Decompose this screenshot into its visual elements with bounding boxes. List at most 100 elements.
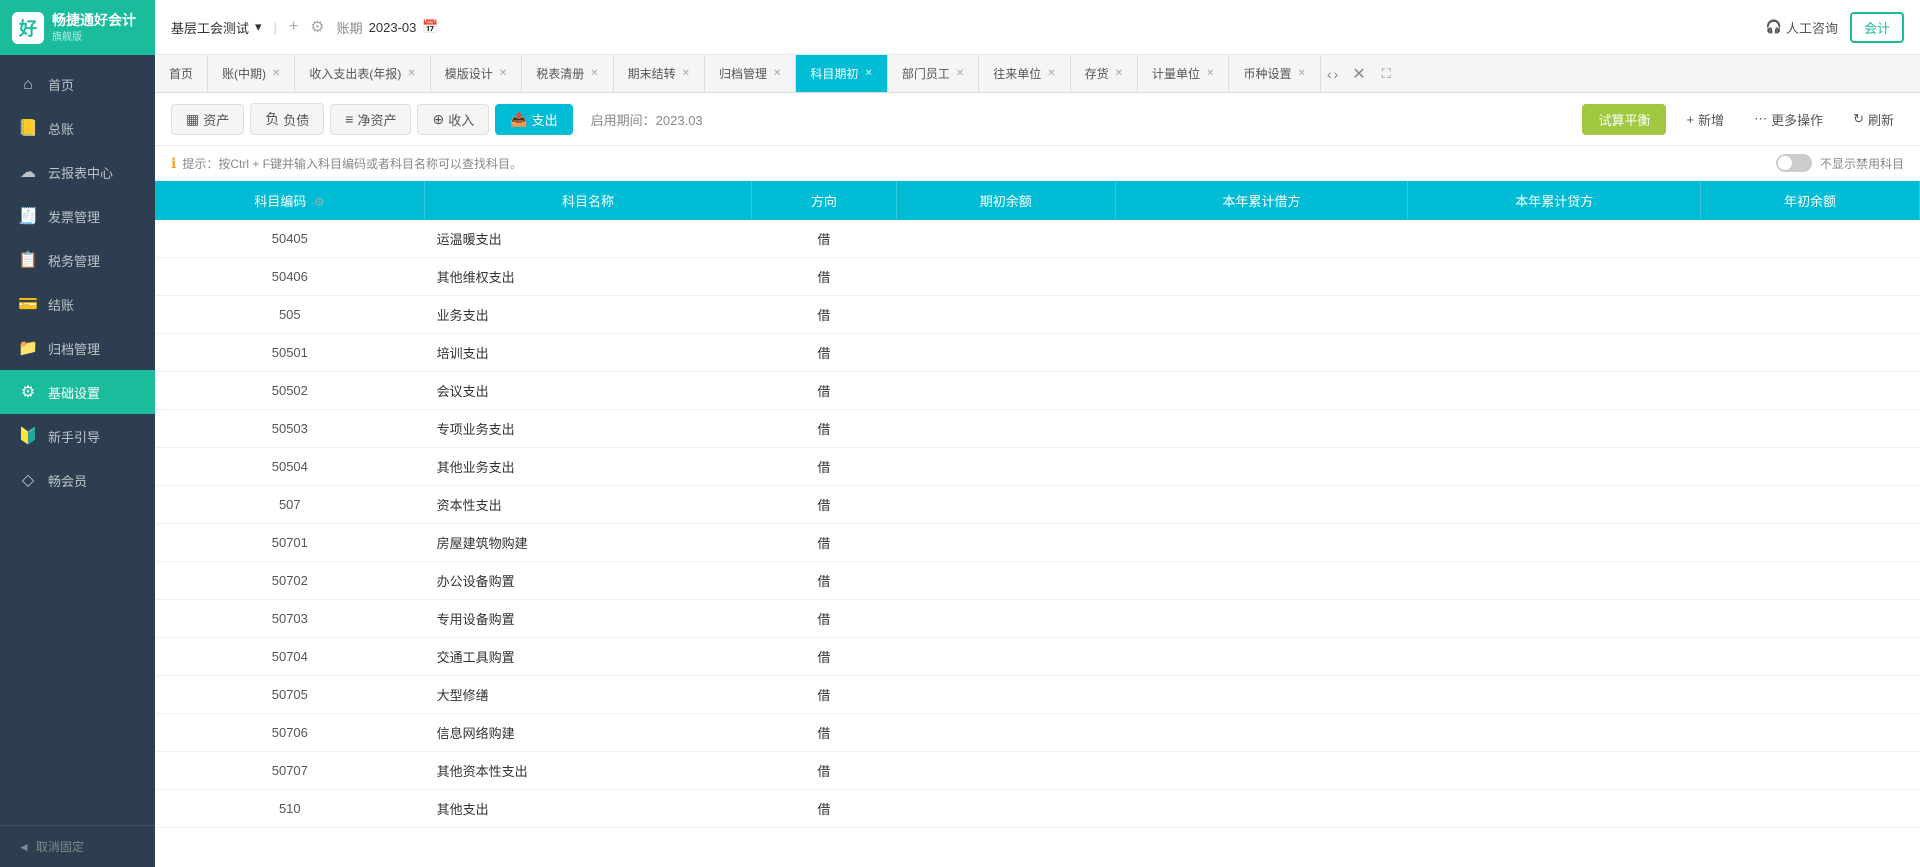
hide-disabled-toggle[interactable] [1776,154,1812,172]
table-row[interactable]: 50502 会议支出 借 [155,372,1920,410]
sidebar-item-member[interactable]: ◇畅会员 [0,458,155,502]
sidebar-item-home[interactable]: ⌂首页 [0,63,155,106]
tab-label-tax-clear: 税表清册 [536,65,584,82]
tab-subject-init[interactable]: 科目期初✕ [796,55,887,92]
add-label: 新增 [1698,110,1724,129]
tab-period-end[interactable]: 期末结转✕ [614,55,705,92]
tab-interim[interactable]: 账(中期)✕ [208,55,295,92]
tab-close-template[interactable]: ✕ [499,68,507,79]
col-code: 科目编码 ⚙ [155,181,425,220]
cell-opening-4 [896,372,1115,410]
sidebar-item-settings[interactable]: ⚙基础设置 [0,370,155,414]
cell-opening-11 [896,638,1115,676]
tab-income-report[interactable]: 收入支出表(年报)✕ [295,55,430,92]
add-subject-button[interactable]: + 新增 [1676,105,1734,134]
close-all-tabs-button[interactable]: ✕ [1344,64,1373,84]
tab-close-inventory[interactable]: ✕ [1115,68,1123,79]
tab-archive[interactable]: 归档管理✕ [705,55,796,92]
sidebar-item-archive[interactable]: 📁归档管理 [0,326,155,370]
tab-close-period-end[interactable]: ✕ [682,68,690,79]
tab-units[interactable]: 往来单位✕ [979,55,1070,92]
table-row[interactable]: 50501 培训支出 借 [155,334,1920,372]
tab-next-icon[interactable]: › [1334,66,1339,82]
project-selector[interactable]: 基层工会测试 ▾ [171,18,262,37]
calendar-icon[interactable]: 📅 [422,19,438,35]
sidebar-footer-collapse[interactable]: ◄ 取消固定 [0,825,155,867]
tab-close-tax-clear[interactable]: ✕ [590,68,598,79]
table-row[interactable]: 510 其他支出 借 [155,790,1920,828]
table-header-row: 科目编码 ⚙ 科目名称 方向 期初余额 本年累计借方 本年累计贷方 年初余额 [155,181,1920,220]
tab-close-subject-init[interactable]: ✕ [864,68,872,79]
project-settings-icon[interactable]: ⚙ [310,17,324,37]
cell-ytd-debit-6 [1115,448,1408,486]
sidebar-item-tax[interactable]: 📋税务管理 [0,238,155,282]
table-row[interactable]: 50702 办公设备购置 借 [155,562,1920,600]
filter-tab-expense[interactable]: 📤支出 [495,104,572,135]
service-button[interactable]: 🎧 人工咨询 [1766,18,1838,37]
cell-ytd-credit-9 [1408,562,1701,600]
cell-year-opening-2 [1701,296,1920,334]
sidebar-item-ledger[interactable]: 📒总账 [0,106,155,150]
col-opening: 期初余额 [896,181,1115,220]
tab-prev-icon[interactable]: ‹ [1327,66,1332,82]
filter-tab-income[interactable]: ⊕收入 [417,104,489,135]
table-row[interactable]: 50707 其他资本性支出 借 [155,752,1920,790]
hint-text: ℹ 提示：按Ctrl + F键并输入科目编码或者科目名称可以查找科目。 [171,155,522,172]
cell-year-opening-13 [1701,714,1920,752]
chevron-down-icon[interactable]: ▾ [255,19,262,35]
filter-tab-label-expense: 支出 [532,110,558,129]
tab-close-archive[interactable]: ✕ [773,68,781,79]
sidebar-nav: ⌂首页📒总账☁云报表中心🧾发票管理📋税务管理💳结账📁归档管理⚙基础设置🔰新手引导… [0,55,155,825]
tab-inventory[interactable]: 存货✕ [1071,55,1138,92]
tab-template[interactable]: 模版设计✕ [431,55,522,92]
table-row[interactable]: 507 资本性支出 借 [155,486,1920,524]
more-actions-button[interactable]: ⋯ 更多操作 [1744,105,1833,134]
table-row[interactable]: 505 业务支出 借 [155,296,1920,334]
expand-icon[interactable]: ⛶ [1374,66,1399,82]
filter-tab-liability[interactable]: 负负债 [250,103,324,135]
table-row[interactable]: 50704 交通工具购置 借 [155,638,1920,676]
tab-close-dept-staff[interactable]: ✕ [956,68,964,79]
cell-ytd-debit-9 [1115,562,1408,600]
sidebar-item-settle[interactable]: 💳结账 [0,282,155,326]
cell-name-13: 信息网络购建 [425,714,752,752]
table-row[interactable]: 50503 专项业务支出 借 [155,410,1920,448]
tab-home[interactable]: 首页 [155,55,208,92]
cell-direction-5: 借 [751,410,896,448]
table-row[interactable]: 50705 大型修缮 借 [155,676,1920,714]
refresh-button[interactable]: ↻ 刷新 [1843,105,1904,134]
col-settings-icon[interactable]: ⚙ [314,195,325,209]
calc-balance-button[interactable]: 试算平衡 [1582,104,1666,135]
table-row[interactable]: 50706 信息网络购建 借 [155,714,1920,752]
invoice-icon: 🧾 [18,206,38,226]
sidebar-item-invoice[interactable]: 🧾发票管理 [0,194,155,238]
sidebar-item-guide[interactable]: 🔰新手引导 [0,414,155,458]
table-row[interactable]: 50703 专用设备购置 借 [155,600,1920,638]
tab-tax-clear[interactable]: 税表清册 ✕ [522,55,613,92]
period-display: 启用期间：2023.03 [591,110,703,129]
cell-code-9: 50702 [155,562,425,600]
cell-year-opening-10 [1701,600,1920,638]
cell-ytd-credit-12 [1408,676,1701,714]
tab-close-currency[interactable]: ✕ [1297,68,1305,79]
sidebar-item-reports[interactable]: ☁云报表中心 [0,150,155,194]
tab-currency[interactable]: 币种设置✕ [1229,55,1320,92]
table-row[interactable]: 50504 其他业务支出 借 [155,448,1920,486]
accounting-button[interactable]: 会计 [1850,12,1904,43]
tab-close-interim[interactable]: ✕ [272,68,280,79]
tab-dept-staff[interactable]: 部门员工✕ [888,55,979,92]
tab-measure[interactable]: 计量单位✕ [1138,55,1229,92]
tab-close-income-report[interactable]: ✕ [407,68,415,79]
tab-close-units[interactable]: ✕ [1047,68,1055,79]
table-row[interactable]: 50406 其他维权支出 借 [155,258,1920,296]
table-row[interactable]: 50405 运温暖支出 借 [155,220,1920,258]
filter-tab-net-asset[interactable]: ≡净资产 [330,104,411,135]
filter-tab-asset[interactable]: ▦资产 [171,104,244,135]
tab-close-measure[interactable]: ✕ [1206,68,1214,79]
period-selector[interactable]: 账期 2023-03 📅 [337,18,439,37]
cell-direction-11: 借 [751,638,896,676]
add-project-button[interactable]: + [289,18,298,36]
main-area: 基层工会测试 ▾ | + ⚙ 账期 2023-03 📅 🎧 人工咨询 会计 首页… [155,0,1920,867]
table-row[interactable]: 50701 房屋建筑物购建 借 [155,524,1920,562]
cell-name-0: 运温暖支出 [425,220,752,258]
